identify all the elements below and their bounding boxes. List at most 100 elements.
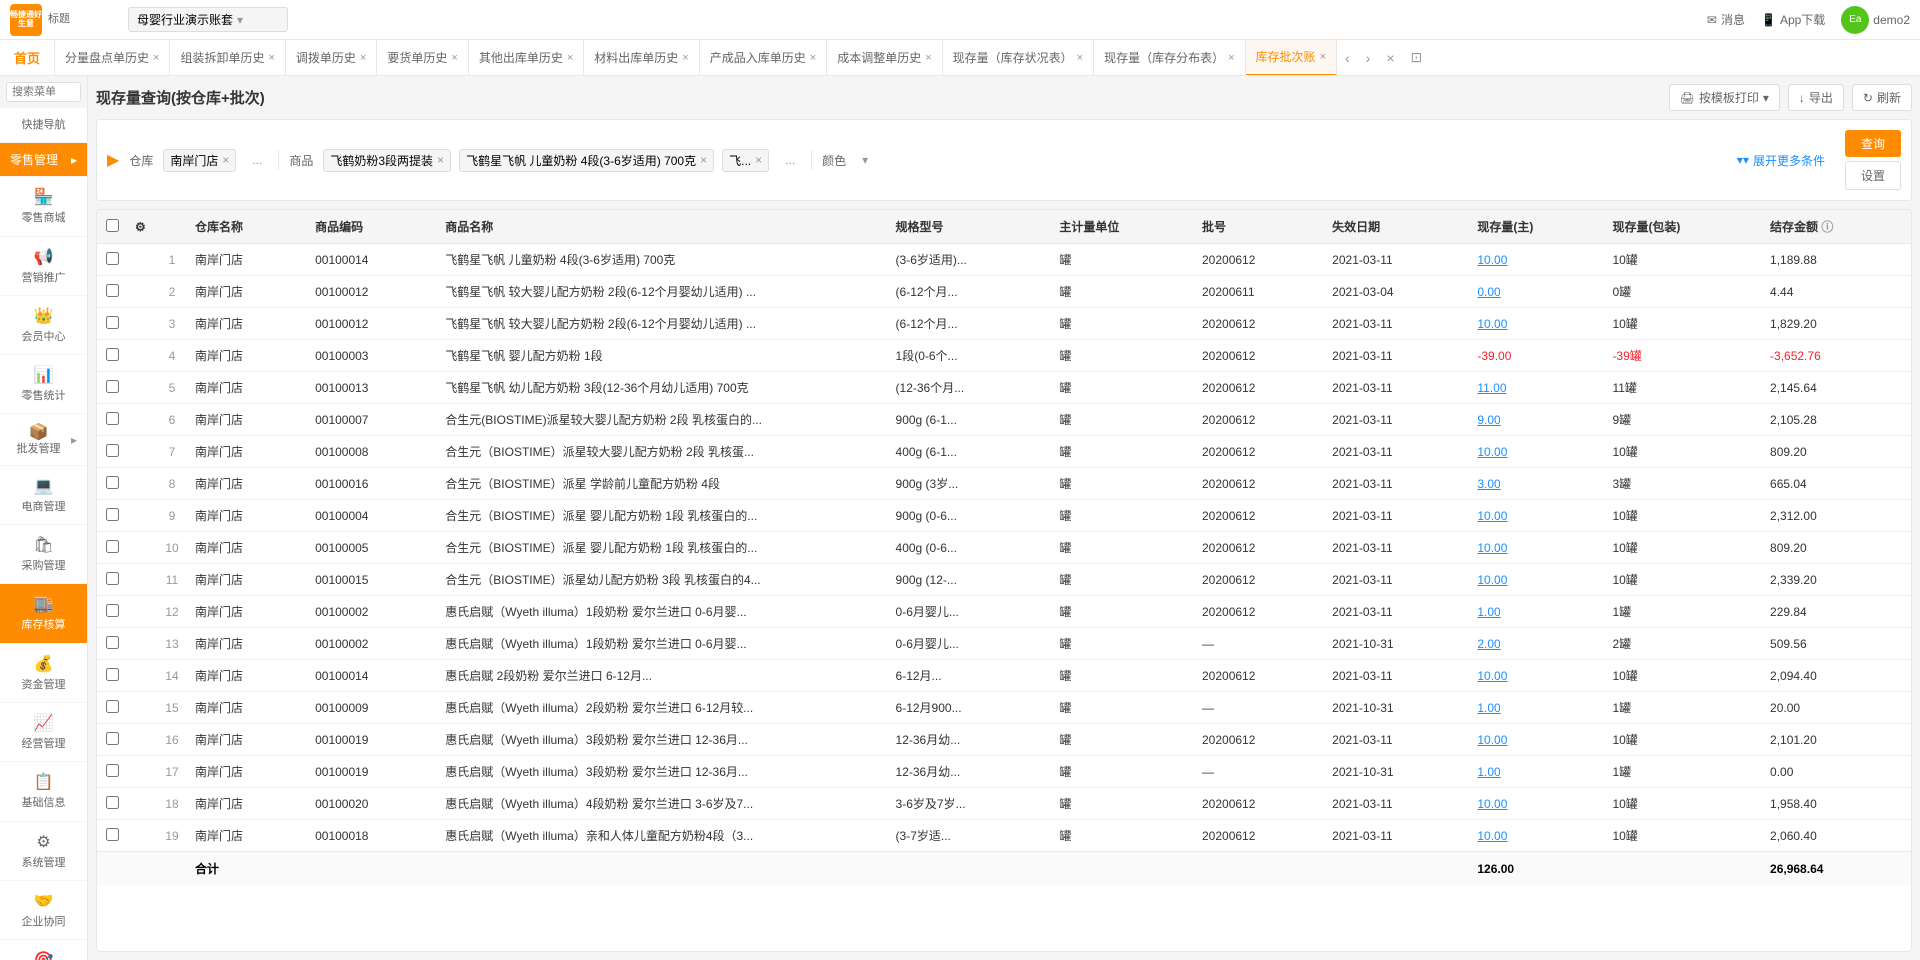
row-checkbox[interactable] [106,476,119,489]
row-checkbox[interactable] [106,636,119,649]
row-checkbox[interactable] [106,796,119,809]
tab-item[interactable]: 现存量（库存状况表） × [943,40,1094,76]
row-qty-main[interactable]: 2.00 [1469,628,1604,660]
search-input[interactable] [6,82,81,102]
row-qty-main[interactable]: 1.00 [1469,756,1604,788]
tab-item[interactable]: 分量盘点单历史 × [55,40,170,76]
sidebar-item-wholesale[interactable]: 📦 批发管理 ▸ [0,414,87,465]
tab-close-icon[interactable]: × [1077,52,1083,64]
row-checkbox[interactable] [106,252,119,265]
row-qty-main[interactable]: 10.00 [1469,308,1604,340]
row-checkbox[interactable] [106,316,119,329]
expand-conditions-btn[interactable]: ▾▾ 展开更多条件 [1737,152,1825,169]
more-warehouse-btn[interactable]: ... [246,151,268,169]
org-selector[interactable]: 母婴行业演示账套 ▾ [128,7,288,32]
tab-home[interactable]: 首页 [0,40,55,76]
row-checkbox[interactable] [106,604,119,617]
row-checkbox[interactable] [106,444,119,457]
row-checkbox[interactable] [106,540,119,553]
print-btn[interactable]: 🖨 按模板打印 ▾ [1669,84,1780,111]
export-btn[interactable]: ↓ 导出 [1788,84,1844,111]
row-qty-main[interactable]: 1.00 [1469,692,1604,724]
tab-close-icon[interactable]: × [451,52,457,64]
color-dropdown-icon[interactable]: ▾ [862,153,868,167]
app-download-btn[interactable]: 📱 App下载 [1761,11,1825,28]
sidebar-item-ecommerce[interactable]: 💻 电商管理 [0,466,87,525]
tab-close-icon[interactable]: × [682,52,688,64]
row-qty-main[interactable]: 10.00 [1469,436,1604,468]
row-checkbox[interactable] [106,508,119,521]
sidebar-item-basic-info[interactable]: 📋 基础信息 [0,762,87,821]
sidebar-item-operations[interactable]: 📈 经营管理 [0,703,87,762]
tab-current[interactable]: 库存批次账 × [1246,40,1337,76]
sidebar-item-retail-mall[interactable]: 🏪 零售商城 [0,177,87,236]
sidebar-item-purchase[interactable]: 🛍 采购管理 [0,525,87,584]
sidebar-item-retail-stats[interactable]: 📊 零售统计 [0,355,87,414]
row-qty-main[interactable]: 3.00 [1469,468,1604,500]
row-qty-main[interactable]: 10.00 [1469,500,1604,532]
tab-close-all-btn[interactable]: × [1378,50,1402,66]
row-checkbox[interactable] [106,828,119,841]
sidebar-item-system[interactable]: ⚙ 系统管理 [0,822,87,881]
product-tag-2[interactable]: 飞鹤星飞帆 儿童奶粉 4段(3-6岁适用) 700克 × [459,149,714,172]
row-qty-main[interactable]: 0.00 [1469,276,1604,308]
row-checkbox[interactable] [106,380,119,393]
row-qty-main[interactable]: 10.00 [1469,564,1604,596]
tag-close-icon[interactable]: × [437,153,444,167]
sidebar-item-finance[interactable]: 💰 资金管理 [0,644,87,703]
row-qty-main[interactable]: 10.00 [1469,724,1604,756]
sidebar-item-inventory[interactable]: 🏬 库存核算 [0,584,87,643]
tab-item[interactable]: 成本调整单历史 × [827,40,942,76]
tab-item[interactable]: 产成品入库单历史 × [700,40,827,76]
message-btn[interactable]: ✉ 消息 [1707,11,1745,28]
tab-close-icon[interactable]: × [1320,51,1326,63]
row-checkbox[interactable] [106,668,119,681]
row-checkbox[interactable] [106,732,119,745]
sidebar-item-guide[interactable]: 🎯 新手引导 [0,940,87,960]
query-btn[interactable]: 查询 [1845,130,1901,157]
tab-close-icon[interactable]: × [810,52,816,64]
row-qty-main[interactable]: 10.00 [1469,660,1604,692]
user-avatar[interactable]: Ea demo2 [1841,6,1910,34]
row-checkbox[interactable] [106,348,119,361]
tab-close-icon[interactable]: × [925,52,931,64]
tag-close-icon[interactable]: × [222,153,229,167]
refresh-btn[interactable]: ↻ 刷新 [1852,84,1912,111]
row-checkbox[interactable] [106,572,119,585]
row-checkbox[interactable] [106,764,119,777]
row-qty-main[interactable]: 11.00 [1469,372,1604,404]
tab-item[interactable]: 现存量（库存分布表） × [1094,40,1245,76]
select-all-checkbox[interactable] [106,219,119,232]
row-qty-main[interactable]: 10.00 [1469,788,1604,820]
sidebar-item-retail-mgmt[interactable]: 零售管理 ▸ [0,143,87,177]
tab-close-icon[interactable]: × [360,52,366,64]
row-checkbox[interactable] [106,412,119,425]
more-product-btn[interactable]: ... [779,151,801,169]
sidebar-item-marketing[interactable]: 📢 营销推广 [0,237,87,296]
tab-next-btn[interactable]: › [1358,50,1379,66]
row-qty-main[interactable]: 9.00 [1469,404,1604,436]
tab-item[interactable]: 材料出库单历史 × [584,40,699,76]
settings-icon[interactable]: ⚙ [135,220,146,234]
tab-close-icon[interactable]: × [567,52,573,64]
tag-close-icon[interactable]: × [700,153,707,167]
row-qty-main[interactable]: 10.00 [1469,244,1604,276]
expand-filter-btn[interactable]: ▶ [107,150,119,170]
row-qty-main[interactable]: 1.00 [1469,596,1604,628]
tag-close-icon[interactable]: × [755,153,762,167]
tab-item[interactable]: 要货单历史 × [377,40,468,76]
row-checkbox[interactable] [106,284,119,297]
warehouse-tag[interactable]: 南岸门店 × [163,149,236,172]
sidebar-item-enterprise[interactable]: 🤝 企业协同 [0,881,87,940]
tab-item[interactable]: 其他出库单历史 × [469,40,584,76]
row-qty-main[interactable]: -39.00 [1469,340,1604,372]
tab-close-icon[interactable]: × [153,52,159,64]
row-qty-main[interactable]: 10.00 [1469,820,1604,852]
product-tag-1[interactable]: 飞鹤奶粉3段两提装 × [323,149,451,172]
tab-item[interactable]: 组装拆卸单历史 × [170,40,285,76]
tab-close-icon[interactable]: × [1228,52,1234,64]
tab-expand-btn[interactable]: ⊡ [1403,49,1431,66]
setting-btn[interactable]: 设置 [1845,161,1901,190]
row-qty-main[interactable]: 10.00 [1469,532,1604,564]
tab-close-icon[interactable]: × [268,52,274,64]
